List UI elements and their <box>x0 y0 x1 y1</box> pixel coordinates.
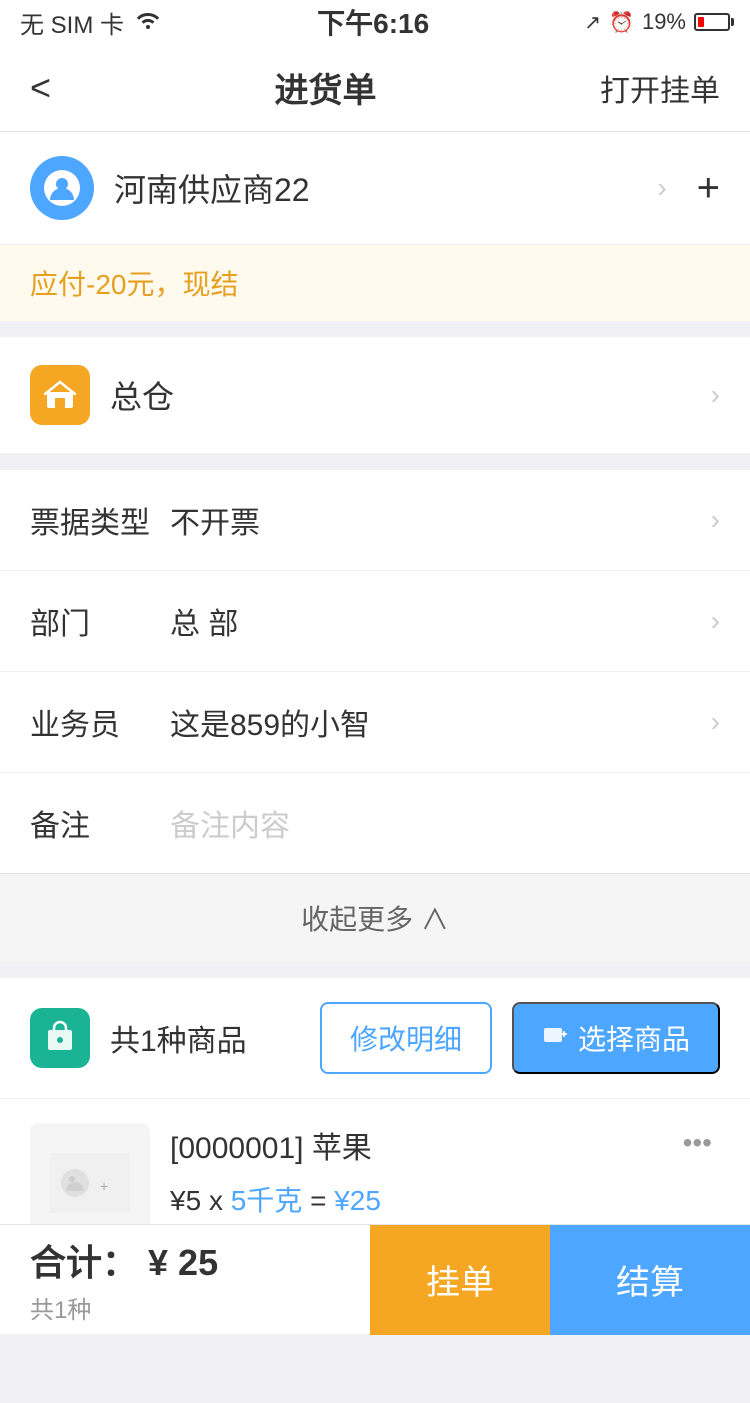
payment-notice: 应付-20元，现结 <box>0 245 750 321</box>
remark-label: 备注 <box>30 801 170 845</box>
warehouse-icon <box>30 365 90 425</box>
warehouse-row[interactable]: 总仓 › <box>0 337 750 453</box>
chevron-right-icon: › <box>711 706 720 738</box>
bottom-bar: 合计： ¥ 25 共1种 挂单 结算 <box>0 1224 750 1334</box>
quantity: 5千克 <box>231 1185 303 1216</box>
department-row[interactable]: 部门 总 部 › <box>0 570 750 671</box>
status-bar: 无 SIM 卡 下午6:16 ↗ ⏰ 19% <box>0 0 750 44</box>
product-code: [0000001] <box>170 1132 303 1165</box>
product-info: [0000001] 苹果 ¥5 x 5千克 = ¥25 <box>170 1123 655 1219</box>
checkout-button[interactable]: 结算 <box>550 1225 750 1335</box>
select-products-button[interactable]: 选择商品 <box>512 1002 720 1074</box>
supplier-name: 河南供应商22 <box>114 165 657 211</box>
remark-row[interactable]: 备注 备注内容 <box>0 772 750 873</box>
ticket-type-value: 不开票 <box>170 498 711 542</box>
item-total: ¥25 <box>334 1185 381 1216</box>
chevron-right-icon: › <box>711 379 720 411</box>
form-card: 票据类型 不开票 › 部门 总 部 › 业务员 这是859的小智 › 备注 备注… <box>0 469 750 962</box>
total-value: ¥ 25 <box>148 1242 218 1283</box>
product-price-row: ¥5 x 5千克 = ¥25 <box>170 1179 655 1219</box>
chevron-right-icon: › <box>711 605 720 637</box>
salesman-value: 这是859的小智 <box>170 700 711 744</box>
status-right: ↗ ⏰ 19% <box>584 9 730 35</box>
hang-order-button[interactable]: 挂单 <box>370 1225 550 1335</box>
salesman-row[interactable]: 业务员 这是859的小智 › <box>0 671 750 772</box>
unit-price: ¥5 <box>170 1185 201 1216</box>
alarm-icon: ⏰ <box>609 10 634 35</box>
page-title: 进货单 <box>275 63 377 112</box>
supplier-actions: › + <box>657 166 720 211</box>
edit-details-button[interactable]: 修改明细 <box>320 1002 492 1074</box>
department-value: 总 部 <box>170 599 711 643</box>
warehouse-name: 总仓 <box>110 372 711 418</box>
status-time: 下午6:16 <box>317 2 429 42</box>
supplier-avatar <box>30 156 94 220</box>
product-name: [0000001] 苹果 <box>170 1123 655 1167</box>
total-label: 合计： <box>30 1242 138 1283</box>
warehouse-card[interactable]: 总仓 › <box>0 337 750 453</box>
location-icon: ↗ <box>584 10 601 35</box>
battery-percent: 19% <box>642 9 686 35</box>
status-left: 无 SIM 卡 <box>20 5 162 40</box>
products-icon <box>30 1008 90 1068</box>
remark-input[interactable]: 备注内容 <box>170 801 720 845</box>
product-title: 苹果 <box>312 1132 372 1165</box>
back-button[interactable]: < <box>30 67 51 109</box>
carrier-label: 无 SIM 卡 <box>20 5 124 40</box>
department-label: 部门 <box>30 599 170 643</box>
nav-bar: < 进货单 打开挂单 <box>0 44 750 132</box>
wifi-icon <box>134 8 162 36</box>
ticket-type-row[interactable]: 票据类型 不开票 › <box>0 469 750 570</box>
supplier-card: 河南供应商22 › + 应付-20元，现结 <box>0 132 750 321</box>
total-count: 共1种 <box>30 1290 340 1325</box>
ticket-type-label: 票据类型 <box>30 498 170 542</box>
total-section: 合计： ¥ 25 共1种 <box>0 1234 370 1325</box>
chevron-right-icon: › <box>657 172 666 204</box>
select-products-label: 选择商品 <box>578 1018 690 1058</box>
avatar-inner <box>44 170 80 206</box>
products-header: 共1种商品 修改明细 选择商品 <box>0 978 750 1098</box>
main-content: 河南供应商22 › + 应付-20元，现结 总仓 › 票据类型 不开票 <box>0 132 750 1403</box>
multiply-sign: x <box>209 1185 231 1216</box>
battery-icon <box>694 13 730 31</box>
chevron-right-icon: › <box>711 504 720 536</box>
open-hang-button[interactable]: 打开挂单 <box>600 66 720 110</box>
supplier-row[interactable]: 河南供应商22 › + <box>0 132 750 245</box>
svg-text:+: + <box>100 1178 108 1194</box>
product-more-button[interactable]: ••• <box>675 1123 720 1163</box>
total-amount: 合计： ¥ 25 <box>30 1234 340 1286</box>
equals-sign: = <box>310 1185 334 1216</box>
products-count: 共1种商品 <box>110 1016 300 1060</box>
collapse-button[interactable]: 收起更多 ∧ <box>0 873 750 962</box>
salesman-label: 业务员 <box>30 700 170 744</box>
add-supplier-button[interactable]: + <box>697 166 720 211</box>
